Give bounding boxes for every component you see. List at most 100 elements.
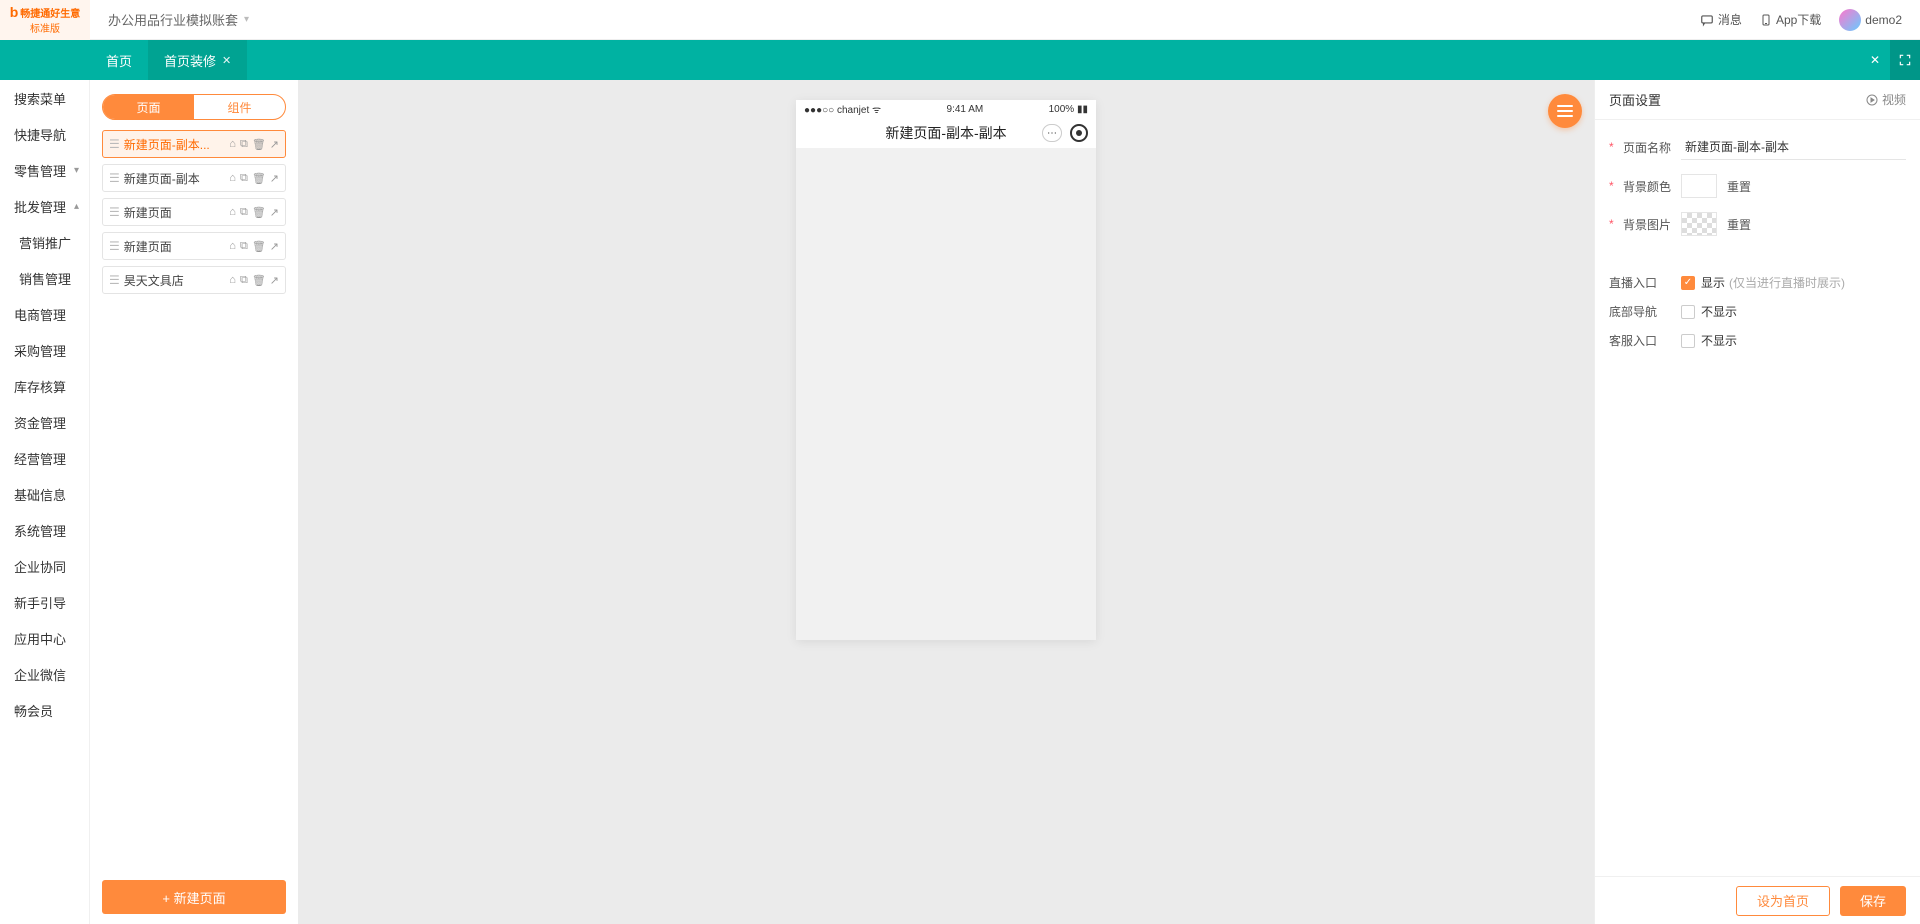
content: 页面 组件 ☰ 新建页面-副本... ⌂ ⧉ 🗑 ↗ ☰ 新建页面-副本 ⌂ ⧉ <box>90 80 1920 924</box>
delete-icon[interactable]: 🗑 <box>252 138 266 151</box>
sidebar-item-basicinfo[interactable]: 基础信息 <box>0 476 89 512</box>
page-row[interactable]: ☰ 昊天文具店 ⌂ ⧉ 🗑 ↗ <box>102 266 286 294</box>
reset-bg-image[interactable]: 重置 <box>1727 216 1751 233</box>
share-icon[interactable]: ↗ <box>270 206 279 219</box>
page-name: 新建页面 <box>124 204 226 221</box>
video-help-link[interactable]: 视频 <box>1866 91 1906 108</box>
checkbox-live-entry[interactable]: ✓ <box>1681 276 1695 290</box>
delete-icon[interactable]: 🗑 <box>252 240 266 253</box>
delete-icon[interactable]: 🗑 <box>252 206 266 219</box>
drag-handle-icon[interactable]: ☰ <box>109 171 120 185</box>
drag-handle-icon[interactable]: ☰ <box>109 273 120 287</box>
bg-image-swatch[interactable] <box>1681 212 1717 236</box>
delete-icon[interactable]: 🗑 <box>252 274 266 287</box>
sidebar-item-appcenter[interactable]: 应用中心 <box>0 620 89 656</box>
field-label: 底部导航 <box>1609 303 1681 320</box>
sidebar: 搜索菜单 快捷导航 零售管理 批发管理 营销推广 销售管理 电商管理 采购管理 … <box>0 80 90 924</box>
top-bar: b畅捷通好生意 标准版 办公用品行业模拟账套 ▾ 消息 App下载 demo2 <box>0 0 1920 40</box>
app-download-link[interactable]: App下载 <box>1760 11 1821 28</box>
delete-icon[interactable]: 🗑 <box>252 172 266 185</box>
page-name-input[interactable] <box>1681 134 1906 160</box>
sidebar-item-finance[interactable]: 资金管理 <box>0 404 89 440</box>
page-name: 新建页面-副本 <box>124 170 226 187</box>
save-button[interactable]: 保存 <box>1840 886 1906 916</box>
share-icon[interactable]: ↗ <box>270 138 279 151</box>
sidebar-sub-sales[interactable]: 销售管理 <box>0 260 89 296</box>
messages-link[interactable]: 消息 <box>1700 11 1742 28</box>
sidebar-item-operations[interactable]: 经营管理 <box>0 440 89 476</box>
page-title: 新建页面-副本-副本 <box>885 123 1006 143</box>
field-label: 背景图片 <box>1623 216 1681 233</box>
segment-toggle: 页面 组件 <box>102 94 286 120</box>
copy-icon[interactable]: ⧉ <box>240 206 248 219</box>
home-icon[interactable]: ⌂ <box>229 138 236 150</box>
drag-handle-icon[interactable]: ☰ <box>109 137 120 151</box>
page-row[interactable]: ☰ 新建页面-副本 ⌂ ⧉ 🗑 ↗ <box>102 164 286 192</box>
phone-preview: ●●●○○ chanjet ᯤ 9:41 AM 100% ▮▮ 新建页面-副本-… <box>796 100 1096 640</box>
close-icon[interactable]: ✕ <box>222 54 231 67</box>
page-row[interactable]: ☰ 新建页面 ⌂ ⧉ 🗑 ↗ <box>102 198 286 226</box>
play-icon <box>1866 94 1878 106</box>
share-icon[interactable]: ↗ <box>270 172 279 185</box>
checkbox-service-entry[interactable] <box>1681 334 1695 348</box>
tab-home[interactable]: 首页 <box>90 40 148 80</box>
message-icon <box>1700 13 1714 27</box>
page-name: 新建页面 <box>124 238 226 255</box>
sidebar-item-search[interactable]: 搜索菜单 <box>0 80 89 116</box>
share-icon[interactable]: ↗ <box>270 274 279 287</box>
page-list: ☰ 新建页面-副本... ⌂ ⧉ 🗑 ↗ ☰ 新建页面-副本 ⌂ ⧉ 🗑 ↗ ☰ <box>102 130 286 870</box>
brand-logo[interactable]: b畅捷通好生意 标准版 <box>0 0 90 40</box>
copy-icon[interactable]: ⧉ <box>240 274 248 287</box>
sidebar-item-wholesale[interactable]: 批发管理 <box>0 188 89 224</box>
reset-bg-color[interactable]: 重置 <box>1727 178 1751 195</box>
field-label: 客服入口 <box>1609 332 1681 349</box>
miniprogram-menu-icon[interactable]: ⋯ <box>1042 124 1062 142</box>
canvas[interactable]: ●●●○○ chanjet ᯤ 9:41 AM 100% ▮▮ 新建页面-副本-… <box>298 80 1594 924</box>
tab-strip: 首页 首页装修 ✕ ✕ <box>0 40 1920 80</box>
home-icon[interactable]: ⌂ <box>229 274 236 286</box>
page-row[interactable]: ☰ 新建页面 ⌂ ⧉ 🗑 ↗ <box>102 232 286 260</box>
phone-body[interactable] <box>796 148 1096 640</box>
drag-handle-icon[interactable]: ☰ <box>109 239 120 253</box>
avatar <box>1839 9 1861 31</box>
set-home-button[interactable]: 设为首页 <box>1736 886 1830 916</box>
user-menu[interactable]: demo2 <box>1839 9 1902 31</box>
tab-page-design[interactable]: 首页装修 ✕ <box>148 40 247 80</box>
copy-icon[interactable]: ⧉ <box>240 138 248 151</box>
field-label: 背景颜色 <box>1623 178 1681 195</box>
home-icon[interactable]: ⌂ <box>229 172 236 184</box>
miniprogram-close-icon[interactable] <box>1070 124 1088 142</box>
sidebar-item-ecommerce[interactable]: 电商管理 <box>0 296 89 332</box>
sidebar-item-wecom[interactable]: 企业微信 <box>0 656 89 692</box>
sidebar-item-procurement[interactable]: 采购管理 <box>0 332 89 368</box>
settings-panel: 页面设置 视频 * 页面名称 * 背景颜色 重置 <box>1594 80 1920 924</box>
share-icon[interactable]: ↗ <box>270 240 279 253</box>
copy-icon[interactable]: ⧉ <box>240 240 248 253</box>
phone-icon <box>1760 13 1772 27</box>
close-all-tabs[interactable]: ✕ <box>1860 40 1890 80</box>
home-icon[interactable]: ⌂ <box>229 206 236 218</box>
panel-title: 页面设置 <box>1609 90 1661 109</box>
field-label: 页面名称 <box>1623 139 1681 156</box>
company-dropdown[interactable]: 办公用品行业模拟账套 ▾ <box>108 10 249 29</box>
segment-component[interactable]: 组件 <box>194 95 285 119</box>
battery-icon: ▮▮ <box>1077 104 1088 115</box>
sidebar-item-collab[interactable]: 企业协同 <box>0 548 89 584</box>
checkbox-bottom-nav[interactable] <box>1681 305 1695 319</box>
fullscreen-toggle[interactable] <box>1890 40 1920 80</box>
page-row[interactable]: ☰ 新建页面-副本... ⌂ ⧉ 🗑 ↗ <box>102 130 286 158</box>
new-page-button[interactable]: + 新建页面 <box>102 880 286 914</box>
sidebar-item-retail[interactable]: 零售管理 <box>0 152 89 188</box>
segment-page[interactable]: 页面 <box>103 95 194 119</box>
drag-handle-icon[interactable]: ☰ <box>109 205 120 219</box>
sidebar-item-system[interactable]: 系统管理 <box>0 512 89 548</box>
sidebar-item-inventory[interactable]: 库存核算 <box>0 368 89 404</box>
sidebar-item-member[interactable]: 畅会员 <box>0 692 89 728</box>
sidebar-item-guide[interactable]: 新手引导 <box>0 584 89 620</box>
sidebar-sub-marketing[interactable]: 营销推广 <box>0 224 89 260</box>
sidebar-item-quicknav[interactable]: 快捷导航 <box>0 116 89 152</box>
home-icon[interactable]: ⌂ <box>229 240 236 252</box>
copy-icon[interactable]: ⧉ <box>240 172 248 185</box>
bg-color-swatch[interactable] <box>1681 174 1717 198</box>
float-menu-button[interactable] <box>1548 94 1582 128</box>
